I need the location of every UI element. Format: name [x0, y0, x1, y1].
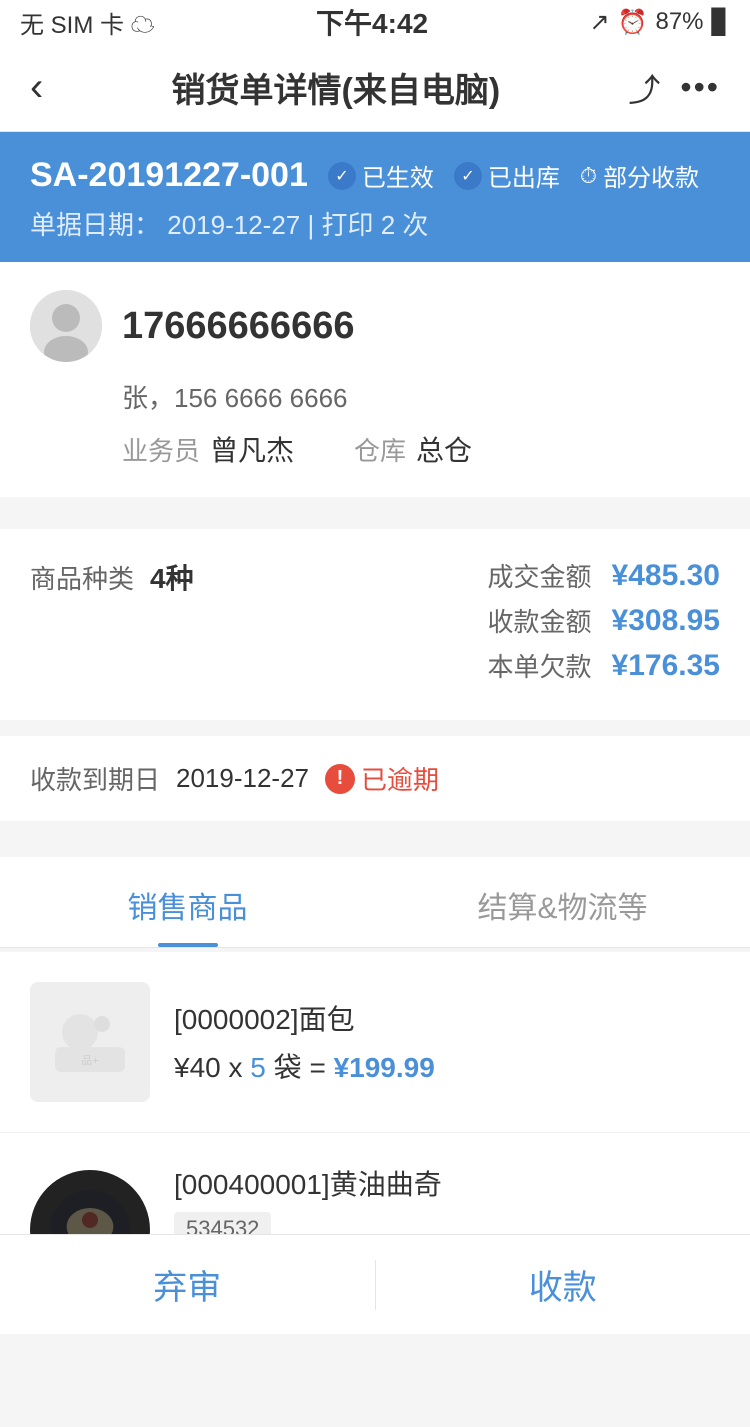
stats-left: 商品种类 4种	[30, 557, 194, 601]
nav-right: ⤴ •••	[628, 65, 720, 111]
customer-card: 17666666666 张，156 6666 6666 业务员 曾凡杰 仓库 总…	[0, 262, 750, 497]
clock-icon: ⏱	[580, 163, 597, 189]
debt-amount-value: ¥176.35	[612, 649, 720, 683]
check-enacted-icon: ✓	[328, 162, 356, 190]
nav-bar: ‹ 销货单详情(来自电脑) ⤴ •••	[0, 44, 750, 132]
tabs-section: 销售商品 结算&物流等	[0, 857, 750, 948]
status-badges: ✓ 已生效 ✓ 已出库 ⏱ 部分收款	[328, 158, 699, 193]
salesperson-label: 业务员	[122, 431, 200, 468]
reject-button[interactable]: 弃审	[0, 1235, 375, 1334]
more-icon[interactable]: •••	[680, 69, 720, 106]
product-price-1: ¥40 x 5 袋 = ¥199.99	[174, 1046, 720, 1086]
product-info-1: [0000002]面包 ¥40 x 5 袋 = ¥199.99	[174, 998, 720, 1086]
warehouse-label: 仓库	[354, 431, 406, 468]
product-types-row: 商品种类 4种	[30, 557, 194, 597]
collect-button[interactable]: 收款	[376, 1235, 750, 1334]
battery-icon: ▊	[712, 8, 730, 37]
order-date: 单据日期： 2019-12-27 | 打印 2 次	[30, 205, 720, 242]
debt-amount-label: 本单欠款	[488, 647, 592, 684]
avatar	[30, 290, 102, 362]
salesperson-value: 曾凡杰	[210, 429, 294, 469]
status-shipped: ✓ 已出库	[454, 158, 560, 193]
order-id: SA-20191227-001	[30, 156, 308, 195]
received-amount-label: 收款金额	[488, 602, 592, 639]
location-icon: ↗	[589, 8, 609, 37]
product-name-1: [0000002]面包	[174, 998, 720, 1038]
order-header: SA-20191227-001 ✓ 已生效 ✓ 已出库 ⏱ 部分收款 单据日期：…	[0, 132, 750, 262]
due-date-section: 收款到期日 2019-12-27 ! 已逾期	[0, 736, 750, 821]
tab-settlement[interactable]: 结算&物流等	[375, 857, 750, 947]
customer-top: 17666666666	[30, 290, 720, 362]
battery-status: 87%	[655, 8, 703, 36]
due-date-value: 2019-12-27	[176, 763, 309, 794]
alarm-icon: ⏰	[618, 8, 648, 37]
status-time: 下午4:42	[316, 2, 428, 42]
overdue-icon: !	[325, 764, 355, 794]
salesperson-meta: 业务员 曾凡杰	[122, 429, 294, 469]
stats-right: 成交金额 ¥485.30 收款金额 ¥308.95 本单欠款 ¥176.35	[488, 557, 720, 692]
check-shipped-icon: ✓	[454, 162, 482, 190]
divider-2	[0, 825, 750, 841]
deal-amount-value: ¥485.30	[612, 559, 720, 593]
deal-amount-row: 成交金额 ¥485.30	[488, 557, 720, 594]
warehouse-meta: 仓库 总仓	[354, 429, 472, 469]
tabs: 销售商品 结算&物流等	[0, 857, 750, 947]
back-button[interactable]: ‹	[30, 65, 43, 110]
warehouse-value: 总仓	[416, 429, 472, 469]
received-amount-value: ¥308.95	[612, 604, 720, 638]
overdue-badge: ! 已逾期	[325, 760, 439, 797]
divider-1	[0, 513, 750, 529]
deal-amount-label: 成交金额	[488, 557, 592, 594]
overdue-label: 已逾期	[361, 760, 439, 797]
received-amount-row: 收款金额 ¥308.95	[488, 602, 720, 639]
svg-text:品+: 品+	[81, 1054, 98, 1067]
due-date-label: 收款到期日	[30, 760, 160, 797]
status-left: 无 SIM 卡 ☁	[20, 5, 155, 40]
status-bar: 无 SIM 卡 ☁ 下午4:42 ↗ ⏰ 87% ▊	[0, 0, 750, 44]
status-right: ↗ ⏰ 87% ▊	[589, 8, 730, 37]
tab-products[interactable]: 销售商品	[0, 857, 375, 947]
debt-amount-row: 本单欠款 ¥176.35	[488, 647, 720, 684]
customer-id: 17666666666	[122, 305, 354, 348]
product-types-label: 商品种类	[30, 559, 134, 596]
customer-meta: 业务员 曾凡杰 仓库 总仓	[30, 429, 720, 469]
customer-contact: 张，156 6666 6666	[30, 378, 720, 415]
product-total-1: ¥199.99	[334, 1052, 435, 1083]
status-enacted: ✓ 已生效	[328, 158, 434, 193]
nav-left: ‹	[30, 65, 43, 110]
bottom-bar: 弃审 收款	[0, 1234, 750, 1334]
status-partial: ⏱ 部分收款	[580, 158, 699, 193]
stats-section: 商品种类 4种 成交金额 ¥485.30 收款金额 ¥308.95 本单欠款 ¥…	[0, 529, 750, 720]
product-name-2: [000400001]黄油曲奇	[174, 1163, 720, 1203]
product-types-count: 4种	[150, 557, 194, 597]
share-icon[interactable]: ⤴	[628, 65, 660, 111]
product-thumbnail-1: 品+	[30, 982, 150, 1102]
product-qty-1: 5	[250, 1052, 266, 1083]
sim-status: 无 SIM 卡 ☁	[20, 5, 155, 40]
list-item: 品+ [0000002]面包 ¥40 x 5 袋 = ¥199.99	[0, 952, 750, 1133]
page-title: 销货单详情(来自电脑)	[172, 63, 501, 112]
